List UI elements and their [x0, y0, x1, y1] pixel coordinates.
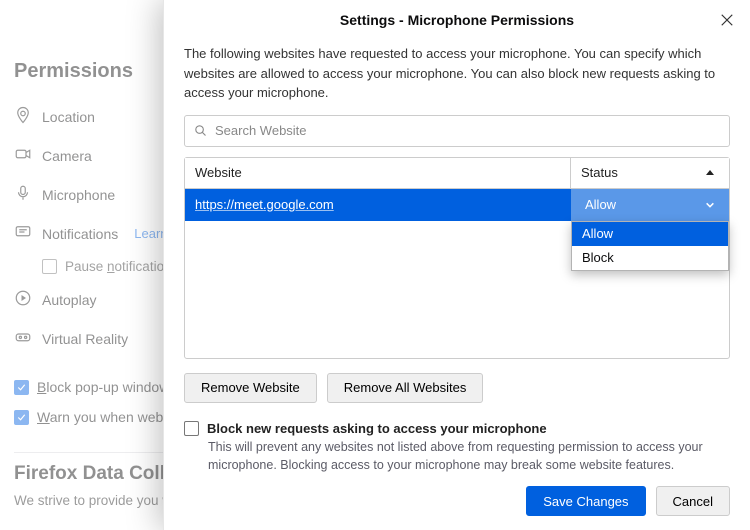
cancel-label: Cancel	[673, 494, 713, 509]
block-popups-label: Block pop-up windows	[37, 379, 176, 395]
microphone-permissions-dialog: Settings - Microphone Permissions The fo…	[163, 0, 750, 530]
search-icon	[193, 123, 208, 138]
chevron-down-icon	[705, 200, 715, 210]
column-status[interactable]: Status	[571, 165, 729, 180]
close-button[interactable]	[718, 11, 736, 29]
dialog-header: Settings - Microphone Permissions	[164, 0, 750, 38]
dialog-footer: Save Changes Cancel	[164, 476, 750, 530]
location-icon	[14, 106, 32, 127]
table-row[interactable]: https://meet.google.com Allow	[185, 189, 729, 221]
autoplay-icon	[14, 289, 32, 310]
save-label: Save Changes	[543, 494, 628, 509]
close-icon	[718, 11, 736, 29]
perm-label: Location	[42, 109, 95, 125]
notifications-icon	[14, 223, 32, 244]
status-option-block[interactable]: Block	[572, 246, 728, 270]
camera-icon	[14, 145, 32, 166]
remove-all-label: Remove All Websites	[344, 380, 467, 395]
vr-icon	[14, 328, 32, 349]
sort-arrow-icon	[705, 168, 715, 178]
perm-label: Autoplay	[42, 292, 96, 308]
perm-label: Camera	[42, 148, 92, 164]
remove-website-button[interactable]: Remove Website	[184, 373, 317, 403]
permissions-table: Website Status https://meet.google.com A…	[184, 157, 730, 359]
pause-notifications-checkbox[interactable]	[42, 259, 57, 274]
dialog-title: Settings - Microphone Permissions	[340, 12, 574, 28]
dialog-description: The following websites have requested to…	[184, 44, 730, 103]
microphone-icon	[14, 184, 32, 205]
block-new-requests-checkbox[interactable]	[184, 421, 199, 436]
remove-website-label: Remove Website	[201, 380, 300, 395]
search-wrap	[184, 115, 730, 147]
website-cell: https://meet.google.com	[185, 197, 571, 212]
status-select[interactable]: Allow	[571, 189, 729, 221]
column-status-label: Status	[581, 165, 618, 180]
perm-label: Notifications	[42, 226, 118, 242]
table-body: https://meet.google.com Allow Allow Bloc…	[185, 189, 729, 358]
save-changes-button[interactable]: Save Changes	[526, 486, 645, 516]
block-popups-checkbox[interactable]	[14, 380, 29, 395]
status-value: Allow	[585, 197, 616, 212]
perm-label: Microphone	[42, 187, 115, 203]
cancel-button[interactable]: Cancel	[656, 486, 730, 516]
status-option-allow[interactable]: Allow	[572, 222, 728, 246]
warn-websites-checkbox[interactable]	[14, 410, 29, 425]
status-dropdown: Allow Block	[571, 221, 729, 271]
table-header: Website Status	[185, 158, 729, 189]
column-website[interactable]: Website	[185, 158, 571, 188]
block-new-requests-label: Block new requests asking to access your…	[207, 421, 547, 436]
perm-label: Virtual Reality	[42, 331, 128, 347]
remove-all-websites-button[interactable]: Remove All Websites	[327, 373, 484, 403]
block-new-requests-hint: This will prevent any websites not liste…	[184, 436, 730, 474]
search-website-input[interactable]	[184, 115, 730, 147]
